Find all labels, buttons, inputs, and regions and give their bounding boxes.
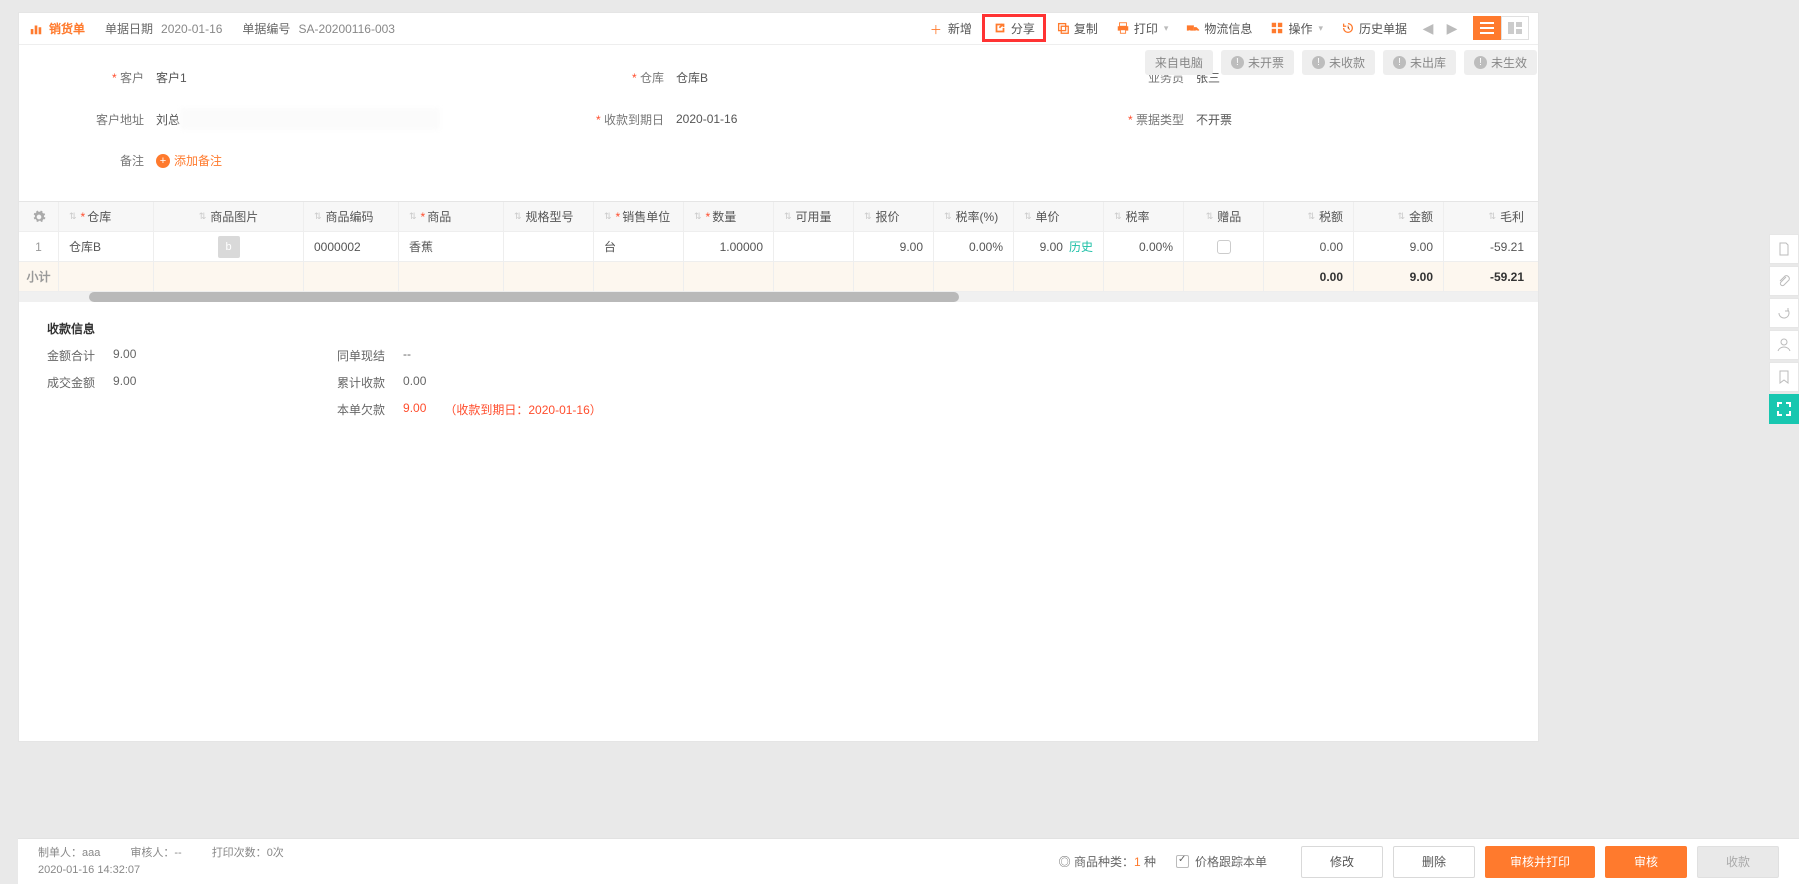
list-icon	[1480, 22, 1494, 34]
settle-value: --	[403, 347, 411, 364]
history-icon	[1341, 21, 1355, 35]
cumulative-received: 0.00	[403, 374, 426, 391]
audit-print-button[interactable]: 审核并打印	[1485, 846, 1595, 878]
user-icon	[1776, 337, 1792, 353]
row-index: 1	[19, 232, 59, 261]
status-bar: 来自电脑 !未开票 !未收款 !未出库 !未生效	[1145, 50, 1537, 75]
label-customer: 客户	[59, 69, 144, 86]
delete-button[interactable]: 删除	[1393, 846, 1475, 878]
payment-section-title: 收款信息	[47, 320, 1510, 337]
deal-amount: 9.00	[113, 374, 136, 391]
value-due-date: 2020-01-16	[676, 112, 737, 126]
gift-checkbox[interactable]	[1217, 240, 1231, 254]
value-invoice-type: 不开票	[1196, 111, 1232, 128]
rail-attach-button[interactable]	[1769, 266, 1799, 296]
sku-summary: ◎ 商品种类：1 种	[1059, 853, 1156, 870]
chevron-down-icon: ▾	[1318, 23, 1323, 34]
share-button[interactable]: 分享	[982, 14, 1046, 42]
file-icon	[1776, 241, 1792, 257]
operations-button[interactable]: 操作▾	[1262, 14, 1331, 42]
new-button[interactable]: ＋新增	[922, 14, 980, 42]
info-icon: !	[1393, 56, 1406, 69]
doc-date: 单据日期2020-01-16	[105, 20, 222, 37]
label-due-date: 收款到期日	[579, 111, 664, 128]
rail-doc-button[interactable]	[1769, 234, 1799, 264]
tab-sales-order[interactable]: 销货单	[29, 20, 85, 37]
audit-button[interactable]: 审核	[1605, 846, 1687, 878]
total-amount: 9.00	[113, 347, 136, 364]
table-settings-button[interactable]	[19, 202, 59, 231]
refresh-icon	[1776, 305, 1792, 321]
info-icon: !	[1231, 56, 1244, 69]
chip-unshipped[interactable]: !未出库	[1383, 50, 1456, 75]
rail-bookmark-button[interactable]	[1769, 362, 1799, 392]
card-icon	[1508, 22, 1522, 34]
value-customer: 客户1	[156, 69, 187, 86]
table-header-row: ⇅*仓库 ⇅商品图片 ⇅商品编码 ⇅*商品 ⇅规格型号 ⇅*销售单位 ⇅*数量 …	[19, 202, 1538, 232]
chip-uninvoiced[interactable]: !未开票	[1221, 50, 1294, 75]
footer-timestamp: 2020-01-16 14:32:07	[38, 862, 284, 879]
value-warehouse: 仓库B	[676, 69, 708, 86]
value-address-name: 刘总	[156, 111, 180, 128]
label-address: 客户地址	[59, 111, 144, 128]
table-horizontal-scrollbar[interactable]	[19, 292, 1538, 302]
table-row[interactable]: 1 仓库B b 0000002 香蕉 台 1.00000 9.00 0.00% …	[19, 232, 1538, 262]
share-icon	[993, 21, 1007, 35]
print-button[interactable]: 打印▾	[1108, 14, 1177, 42]
next-doc-button[interactable]: ▶	[1441, 20, 1463, 37]
chip-inactive[interactable]: !未生效	[1464, 50, 1537, 75]
product-image-placeholder: b	[218, 236, 240, 258]
bar-chart-icon	[29, 22, 43, 36]
rail-refresh-button[interactable]	[1769, 298, 1799, 328]
footer-meta: 制单人：aaa 审核人：-- 打印次数：0次 2020-01-16 14:32:…	[38, 845, 284, 878]
due-note: （收款到期日：2020-01-16）	[444, 401, 601, 418]
price-history-link[interactable]: 历史	[1069, 238, 1093, 255]
document-toolbar: ＋新增 分享 复制 打印▾ 物流信息 操作▾ 历史单据 ◀ ▶	[922, 12, 1539, 44]
gear-icon	[32, 210, 46, 224]
expand-icon	[1776, 401, 1792, 417]
tab-title: 销货单	[49, 20, 85, 37]
checkbox-icon	[1176, 855, 1189, 868]
label-warehouse: 仓库	[579, 69, 664, 86]
chip-unpaid[interactable]: !未收款	[1302, 50, 1375, 75]
info-icon: !	[1474, 56, 1487, 69]
grid-icon	[1270, 21, 1284, 35]
chevron-down-icon: ▾	[1164, 23, 1169, 34]
paperclip-icon	[1776, 273, 1792, 289]
rail-user-button[interactable]	[1769, 330, 1799, 360]
due-amount: 9.00	[403, 401, 426, 418]
view-card-button[interactable]	[1501, 16, 1529, 40]
bookmark-icon	[1776, 369, 1792, 385]
collect-button[interactable]: 收款	[1697, 846, 1779, 878]
label-invoice-type: 票据类型	[1099, 111, 1184, 128]
add-note-button[interactable]: +添加备注	[156, 152, 222, 169]
chip-source: 来自电脑	[1145, 50, 1213, 75]
view-list-button[interactable]	[1473, 16, 1501, 40]
prev-doc-button[interactable]: ◀	[1417, 20, 1439, 37]
history-button[interactable]: 历史单据	[1333, 14, 1415, 42]
truck-icon	[1186, 21, 1200, 35]
label-note: 备注	[59, 152, 144, 169]
logistics-button[interactable]: 物流信息	[1178, 14, 1260, 42]
doc-number: 单据编号SA-20200116-003	[242, 20, 395, 37]
table-subtotal-row: 小计 0.00 9.00 -59.21	[19, 262, 1538, 292]
info-icon: !	[1312, 56, 1325, 69]
plus-icon: ＋	[930, 21, 944, 35]
rail-expand-button[interactable]	[1769, 394, 1799, 424]
copy-button[interactable]: 复制	[1048, 14, 1106, 42]
address-redacted	[180, 108, 440, 130]
plus-icon: +	[156, 154, 170, 168]
modify-button[interactable]: 修改	[1301, 846, 1383, 878]
copy-icon	[1056, 21, 1070, 35]
price-track-checkbox[interactable]: 价格跟踪本单	[1176, 853, 1267, 870]
items-table: ⇅*仓库 ⇅商品图片 ⇅商品编码 ⇅*商品 ⇅规格型号 ⇅*销售单位 ⇅*数量 …	[19, 201, 1538, 302]
print-icon	[1116, 21, 1130, 35]
